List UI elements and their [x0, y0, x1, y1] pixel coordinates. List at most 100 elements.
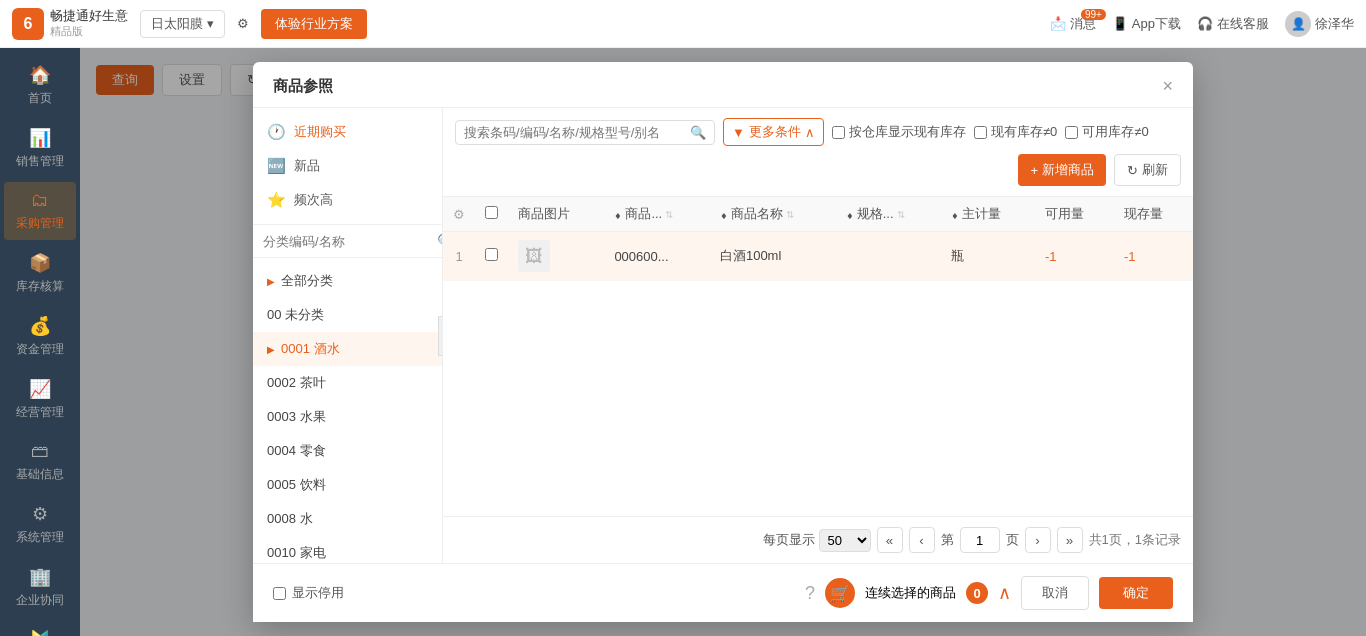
select-all-checkbox[interactable] — [485, 206, 498, 219]
service-icon[interactable]: 🎧 在线客服 — [1197, 15, 1269, 33]
th-settings: ⚙ — [443, 197, 475, 232]
modal-footer: 显示停用 ? 🛒 连续选择的商品 0 ∧ 取消 确定 — [253, 563, 1193, 622]
category-tabs: 🕐 近期购买 🆕 新品 ⭐ 频次高 — [253, 108, 442, 225]
th-available: 可用量 — [1035, 197, 1114, 232]
sidebar-item-3[interactable]: 📦库存核算 — [4, 244, 76, 303]
cat-tab-new[interactable]: 🆕 新品 — [253, 150, 442, 182]
sidebar: 🏠首页📊销售管理🗂采购管理📦库存核算💰资金管理📈经营管理🗃基础信息⚙系统管理🏢企… — [0, 48, 80, 636]
category-item-3[interactable]: 0002 茶叶 — [253, 366, 442, 400]
cell-available: -1 — [1035, 232, 1114, 281]
stock-nonzero-checkbox[interactable]: 现有库存≠0 — [974, 123, 1057, 141]
sidebar-item-0[interactable]: 🏠首页 — [4, 56, 76, 115]
settings-nav-icon[interactable]: ⚙ — [237, 16, 249, 31]
show-disabled-input[interactable] — [273, 587, 286, 600]
filter-button[interactable]: ▼ 更多条件 ∧ — [723, 118, 824, 146]
sidebar-item-2[interactable]: 🗂采购管理 — [4, 182, 76, 240]
products-table-element: ⚙ 商品图片 ⬧商品...⇅ — [443, 197, 1193, 281]
warehouse-checkbox[interactable]: 按仓库显示现有库存 — [832, 123, 966, 141]
sidebar-item-4[interactable]: 💰资金管理 — [4, 307, 76, 366]
cell-code: 000600... — [604, 232, 710, 281]
trial-button[interactable]: 体验行业方案 — [261, 9, 367, 39]
category-item-2[interactable]: ▶0001 酒水 — [253, 332, 442, 366]
cart-count: 0 — [966, 582, 988, 604]
user-avatar[interactable]: 👤 徐泽华 — [1285, 11, 1354, 37]
cart-icon: 🛒 — [825, 578, 855, 608]
product-toolbar: 🔍 ▼ 更多条件 ∧ 按仓库显示现有库存 — [443, 108, 1193, 197]
logo-icon: 6 — [12, 8, 44, 40]
pagination: 每页显示 50 20 100 « ‹ 第 页 — [443, 516, 1193, 563]
cat-tab-frequent[interactable]: ⭐ 频次高 — [253, 184, 442, 216]
sidebar-item-8[interactable]: 🏢企业协同 — [4, 558, 76, 617]
cell-stock: -1 — [1114, 232, 1193, 281]
prev-page-button[interactable]: ‹ — [909, 527, 935, 553]
cell-num: 1 — [443, 232, 475, 281]
cat-tab-recent[interactable]: 🕐 近期购买 — [253, 116, 442, 148]
product-search-icon[interactable]: 🔍 — [690, 125, 706, 140]
product-panel: 🔍 ▼ 更多条件 ∧ 按仓库显示现有库存 — [443, 108, 1193, 563]
last-page-button[interactable]: » — [1057, 527, 1083, 553]
category-item-0[interactable]: ▶全部分类 — [253, 264, 442, 298]
cell-checkbox[interactable] — [475, 232, 508, 281]
page-number-input[interactable] — [960, 527, 1000, 553]
per-page-select[interactable]: 50 20 100 — [819, 529, 871, 552]
logo-text: 畅捷通好生意 — [50, 8, 128, 25]
sidebar-item-6[interactable]: 🗃基础信息 — [4, 433, 76, 491]
stock-nonzero-input[interactable] — [974, 126, 987, 139]
category-item-7[interactable]: 0008 水 — [253, 502, 442, 536]
main-content: 查询 设置 ↻ 刷新 商品参照 × — [80, 48, 1366, 636]
modal-close-button[interactable]: × — [1162, 76, 1173, 97]
warehouse-checkbox-input[interactable] — [832, 126, 845, 139]
per-page-selector: 每页显示 50 20 100 — [763, 529, 871, 552]
category-search-input[interactable] — [263, 234, 431, 249]
cancel-button[interactable]: 取消 — [1021, 576, 1089, 610]
message-badge: 99+ — [1081, 9, 1106, 20]
next-page-button[interactable]: › — [1025, 527, 1051, 553]
show-disabled-checkbox[interactable]: 显示停用 — [273, 584, 344, 602]
nav-right: 📩 消息 99+ 📱 App下载 🎧 在线客服 👤 徐泽华 — [1050, 11, 1354, 37]
sidebar-item-7[interactable]: ⚙系统管理 — [4, 495, 76, 554]
category-item-5[interactable]: 0004 零食 — [253, 434, 442, 468]
product-search-box: 🔍 — [455, 120, 715, 145]
category-search: 🔍 — [253, 225, 442, 258]
cell-image: 🖼 — [508, 232, 604, 281]
add-product-button[interactable]: + 新增商品 — [1018, 154, 1106, 186]
cell-unit: 瓶 — [941, 232, 1035, 281]
product-search-input[interactable] — [464, 125, 684, 140]
footer-right: ? 🛒 连续选择的商品 0 ∧ 取消 确定 — [805, 576, 1173, 610]
message-icon[interactable]: 📩 消息 99+ — [1050, 15, 1096, 33]
category-item-1[interactable]: 00 未分类 — [253, 298, 442, 332]
top-nav: 6 畅捷通好生意 精品版 日太阳膜 ▾ ⚙ 体验行业方案 📩 消息 99+ 📱 … — [0, 0, 1366, 48]
category-item-4[interactable]: 0003 水果 — [253, 400, 442, 434]
category-item-6[interactable]: 0005 饮料 — [253, 468, 442, 502]
modal-header: 商品参照 × — [253, 62, 1193, 108]
category-search-icon[interactable]: 🔍 — [437, 233, 443, 249]
first-page-button[interactable]: « — [877, 527, 903, 553]
logo-area: 6 畅捷通好生意 精品版 — [12, 8, 128, 40]
modal-dialog: 商品参照 × 🕐 近期购买 🆕 — [253, 62, 1193, 622]
nav-selector[interactable]: 日太阳膜 ▾ — [140, 10, 225, 38]
table-settings-icon[interactable]: ⚙ — [453, 207, 465, 222]
table-header-row: ⚙ 商品图片 ⬧商品...⇅ — [443, 197, 1193, 232]
modal-body: 🕐 近期购买 🆕 新品 ⭐ 频次高 — [253, 108, 1193, 563]
th-checkbox — [475, 197, 508, 232]
sidebar-item-9[interactable]: 🔰新手引导 — [4, 621, 76, 636]
available-nonzero-checkbox[interactable]: 可用库存≠0 — [1065, 123, 1148, 141]
refresh-button[interactable]: ↻ 刷新 — [1114, 154, 1181, 186]
sidebar-item-5[interactable]: 📈经营管理 — [4, 370, 76, 429]
table-row[interactable]: 1 🖼 000600... 白酒100ml 瓶 — [443, 232, 1193, 281]
toolbar-right: + 新增商品 ↻ 刷新 — [1018, 154, 1181, 186]
category-list: ▶全部分类00 未分类▶0001 酒水0002 茶叶0003 水果0004 零食… — [253, 258, 442, 563]
app-download-icon[interactable]: 📱 App下载 — [1112, 15, 1181, 33]
th-code: ⬧商品...⇅ — [604, 197, 710, 232]
th-image: 商品图片 — [508, 197, 604, 232]
help-icon[interactable]: ? — [805, 583, 815, 604]
sidebar-item-1[interactable]: 📊销售管理 — [4, 119, 76, 178]
confirm-button[interactable]: 确定 — [1099, 577, 1173, 609]
th-spec: ⬧规格...⇅ — [836, 197, 942, 232]
cart-collapse-icon[interactable]: ∧ — [998, 582, 1011, 604]
cell-spec — [836, 232, 942, 281]
category-item-8[interactable]: 0010 家电 — [253, 536, 442, 563]
collapse-button[interactable]: ‹ — [438, 316, 443, 356]
new-icon: 🆕 — [267, 157, 286, 175]
available-nonzero-input[interactable] — [1065, 126, 1078, 139]
